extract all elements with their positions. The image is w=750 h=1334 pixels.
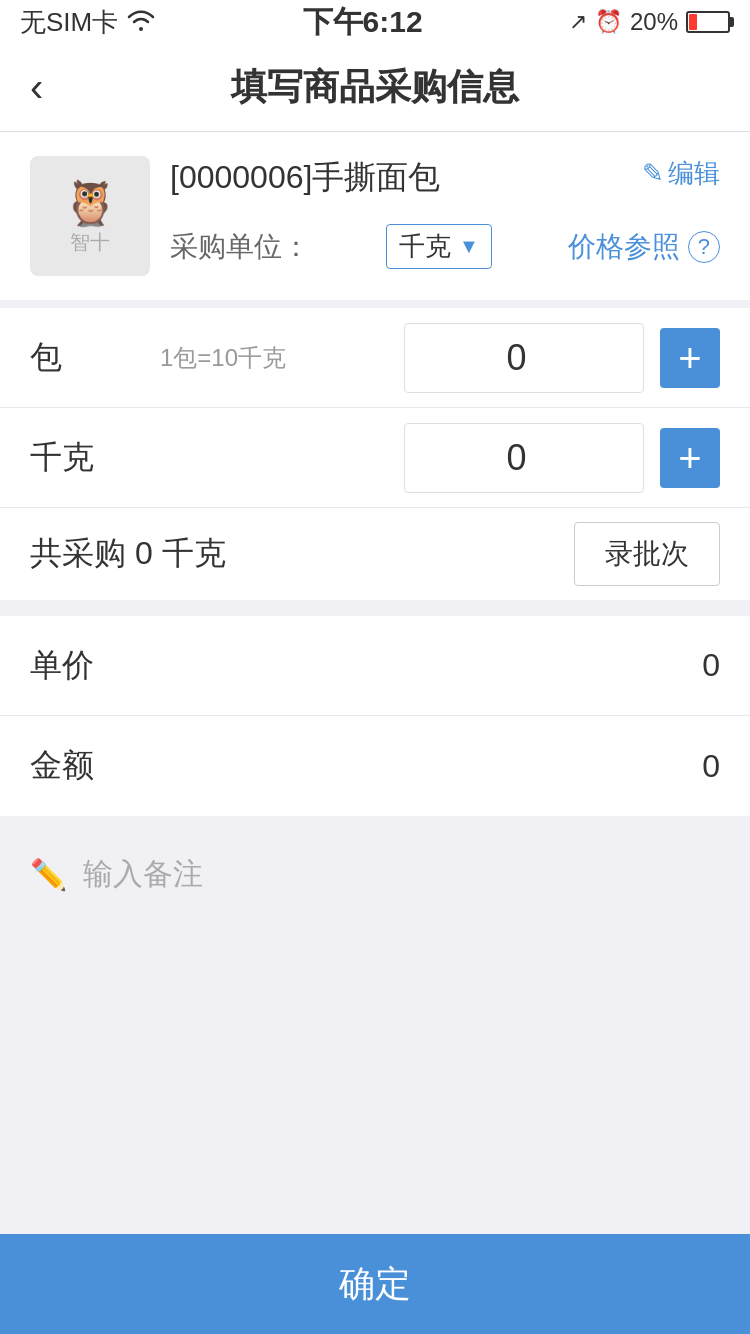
- bag-input-row: 包 1包=10千克 +: [0, 308, 750, 408]
- pencil-icon: ✏️: [30, 857, 67, 892]
- kg-plus-button[interactable]: +: [660, 428, 720, 488]
- wifi-icon: [126, 7, 156, 38]
- product-card: 🦉 智十 [0000006]手撕面包 ✎ 编辑 采购单位： 千克 ▼ 价格参照 …: [0, 132, 750, 308]
- kg-input-wrap: +: [404, 423, 720, 493]
- bag-input-wrap: +: [404, 323, 720, 393]
- status-bar: 无SIM卡 下午6:12 ↗ ⏰ 20%: [0, 0, 750, 44]
- amount-label: 金额: [30, 744, 94, 788]
- product-brand-label: 智十: [70, 229, 110, 256]
- price-ref-label: 价格参照: [568, 228, 680, 266]
- bag-quantity-input[interactable]: [404, 323, 644, 393]
- status-time: 下午6:12: [303, 2, 423, 43]
- edit-link[interactable]: ✎ 编辑: [642, 156, 720, 191]
- product-unit-row: 采购单位： 千克 ▼ 价格参照 ?: [170, 224, 720, 269]
- back-button[interactable]: ‹: [30, 65, 43, 110]
- bag-plus-button[interactable]: +: [660, 328, 720, 388]
- unit-label: 采购单位：: [170, 228, 310, 266]
- location-icon: ↗: [569, 9, 587, 35]
- product-info: [0000006]手撕面包 ✎ 编辑 采购单位： 千克 ▼ 价格参照 ?: [170, 156, 720, 269]
- bag-label: 包: [30, 336, 150, 380]
- summary-text: 共采购 0 千克: [30, 532, 226, 576]
- remark-placeholder: 输入备注: [83, 854, 203, 895]
- edit-icon: ✎: [642, 158, 664, 189]
- kg-label: 千克: [30, 436, 150, 480]
- product-name: [0000006]手撕面包: [170, 156, 642, 200]
- input-section: 包 1包=10千克 + 千克 +: [0, 308, 750, 508]
- confirm-button[interactable]: 确定: [0, 1234, 750, 1334]
- product-header: [0000006]手撕面包 ✎ 编辑: [170, 156, 720, 200]
- carrier-label: 无SIM卡: [20, 5, 118, 40]
- battery-percent: 20%: [630, 8, 678, 36]
- amount-value: 0: [702, 748, 720, 785]
- amount-row: 金额 0: [0, 716, 750, 816]
- battery-icon: [686, 11, 730, 33]
- unit-price-row: 单价 0: [0, 616, 750, 716]
- price-ref-link[interactable]: 价格参照 ?: [568, 228, 720, 266]
- kg-quantity-input[interactable]: [404, 423, 644, 493]
- product-owl-icon: 🦉: [63, 177, 118, 229]
- page-title: 填写商品采购信息: [231, 63, 519, 112]
- unit-dropdown-arrow: ▼: [459, 235, 479, 258]
- content-spacer: [0, 924, 750, 1224]
- status-left: 无SIM卡: [20, 5, 156, 40]
- unit-select[interactable]: 千克 ▼: [386, 224, 492, 269]
- info-section: 单价 0 金额 0: [0, 616, 750, 824]
- bag-sublabel: 1包=10千克: [160, 342, 404, 374]
- summary-row: 共采购 0 千克 录批次: [0, 508, 750, 608]
- product-thumbnail: 🦉 智十: [30, 156, 150, 276]
- price-ref-help-icon: ?: [688, 231, 720, 263]
- batch-button[interactable]: 录批次: [574, 522, 720, 586]
- remark-section[interactable]: ✏️ 输入备注: [0, 824, 750, 924]
- kg-input-row: 千克 +: [0, 408, 750, 508]
- section-divider-1: [0, 608, 750, 616]
- status-right: ↗ ⏰ 20%: [569, 8, 730, 36]
- unit-price-label: 单价: [30, 644, 94, 688]
- unit-price-value: 0: [702, 647, 720, 684]
- alarm-icon: ⏰: [595, 9, 622, 35]
- nav-bar: ‹ 填写商品采购信息: [0, 44, 750, 132]
- unit-value: 千克: [399, 229, 451, 264]
